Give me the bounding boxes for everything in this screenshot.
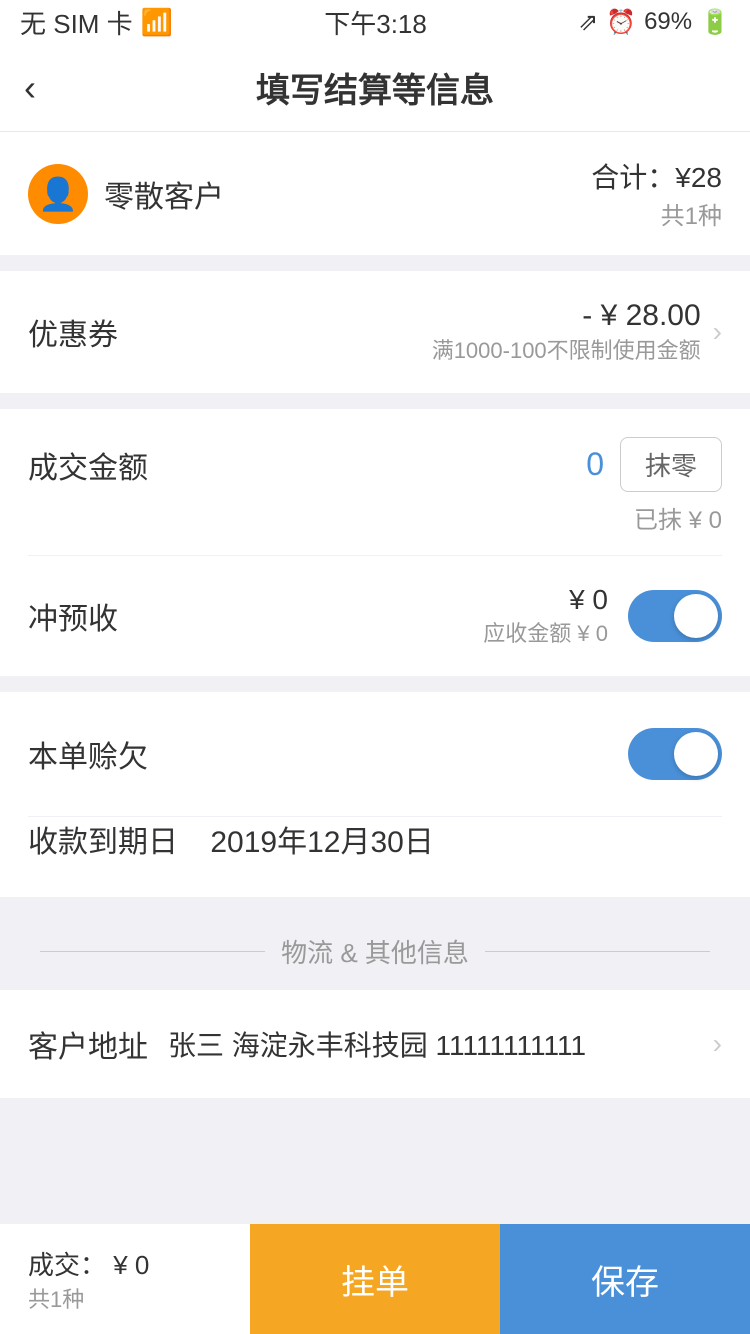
duedate-label: 收款到期日 (28, 826, 178, 859)
nav-bar: ‹ 填写结算等信息 (0, 44, 750, 132)
bottom-count: 共1种 (28, 1282, 250, 1314)
save-button[interactable]: 保存 (500, 1224, 750, 1334)
customer-right: 合计：¥28 共1种 (591, 156, 722, 231)
amount-section: 成交金额 0 抹零 已抹 ¥ 0 (0, 409, 750, 555)
credit-card: 本单赊欠 收款到期日 2019年12月30日 (0, 692, 750, 897)
precollect-receivable: 应收金额 ¥ 0 (483, 616, 608, 648)
chevron-right-icon: › (713, 316, 722, 348)
already-rounded: 已抹 ¥ 0 (28, 492, 722, 555)
credit-label: 本单赊欠 (28, 732, 148, 776)
avatar: 👤 (28, 164, 88, 224)
content: 👤 零散客户 合计：¥28 共1种 优惠券 - ¥ 28.00 满1000-10… (0, 132, 750, 1234)
status-time: 下午3:18 (324, 4, 427, 41)
address-row[interactable]: 客户地址 张三 海淀永丰科技园 11111111111 › (0, 990, 750, 1098)
duedate-value[interactable]: 2019年12月30日 (210, 826, 433, 859)
alarm-icon: ⏰ (606, 8, 636, 37)
precollect-right: ¥ 0 应收金额 ¥ 0 (483, 584, 722, 648)
credit-toggle[interactable] (628, 728, 722, 780)
address-card[interactable]: 客户地址 张三 海淀永丰科技园 11111111111 › (0, 990, 750, 1098)
coupon-desc: 满1000-100不限制使用金额 (432, 333, 701, 365)
address-chevron-icon: › (713, 1028, 722, 1060)
coupon-label: 优惠券 (28, 310, 118, 354)
total-amount: 合计：¥28 (591, 156, 722, 196)
customer-card: 👤 零散客户 合计：¥28 共1种 (0, 132, 750, 255)
coupon-info: - ¥ 28.00 满1000-100不限制使用金额 (432, 299, 701, 365)
transaction-value[interactable]: 0 (586, 446, 604, 483)
customer-row: 👤 零散客户 合计：¥28 共1种 (0, 132, 750, 255)
toggle-knob (674, 594, 718, 638)
precollect-info: ¥ 0 应收金额 ¥ 0 (483, 584, 608, 648)
address-value: 张三 海淀永丰科技园 11111111111 (168, 1024, 713, 1064)
coupon-right: - ¥ 28.00 满1000-100不限制使用金额 › (432, 299, 722, 365)
status-bar: 无 SIM 卡 📶 下午3:18 ⇗ ⏰ 69% 🔋 (0, 0, 750, 44)
transaction-card: 成交金额 0 抹零 已抹 ¥ 0 冲预收 ¥ 0 应收金额 ¥ 0 (0, 409, 750, 676)
hang-button[interactable]: 挂单 (250, 1224, 500, 1334)
credit-row: 本单赊欠 (0, 692, 750, 816)
logistics-section: 物流 & 其他信息 (0, 913, 750, 990)
divider-line-right (485, 951, 710, 952)
battery-text: 69% (644, 8, 692, 36)
customer-left: 👤 零散客户 (28, 164, 224, 224)
round-button[interactable]: 抹零 (620, 437, 722, 492)
amount-right: 0 抹零 (586, 437, 722, 492)
precollect-row: 冲预收 ¥ 0 应收金额 ¥ 0 (0, 556, 750, 676)
divider-line-left (40, 951, 265, 952)
total-count: 共1种 (591, 196, 722, 231)
logistics-label: 物流 & 其他信息 (281, 933, 469, 970)
status-right: ⇗ ⏰ 69% 🔋 (578, 8, 730, 37)
precollect-label: 冲预收 (28, 594, 118, 638)
wifi-icon: 📶 (141, 7, 173, 38)
page-title: 填写结算等信息 (256, 63, 494, 112)
precollect-amount: ¥ 0 (483, 584, 608, 616)
avatar-icon: 👤 (38, 175, 78, 213)
amount-row: 成交金额 0 抹零 (28, 437, 722, 492)
address-label: 客户地址 (28, 1022, 148, 1066)
status-left: 无 SIM 卡 📶 (20, 4, 173, 41)
bottom-transaction-label: 成交： ¥ 0 (28, 1245, 250, 1282)
credit-toggle-knob (674, 732, 718, 776)
bottom-info: 成交： ¥ 0 共1种 (0, 1224, 250, 1334)
coupon-card[interactable]: 优惠券 - ¥ 28.00 满1000-100不限制使用金额 › (0, 271, 750, 393)
signal-text: 无 SIM 卡 (20, 4, 133, 41)
logistics-divider: 物流 & 其他信息 (0, 933, 750, 970)
coupon-row[interactable]: 优惠券 - ¥ 28.00 满1000-100不限制使用金额 › (0, 271, 750, 393)
precollect-toggle[interactable] (628, 590, 722, 642)
battery-icon: 🔋 (700, 8, 730, 37)
coupon-discount: - ¥ 28.00 (432, 299, 701, 333)
customer-name: 零散客户 (104, 172, 224, 216)
duedate-row: 收款到期日 2019年12月30日 (0, 817, 750, 897)
back-button[interactable]: ‹ (24, 67, 36, 109)
bottom-bar: 成交： ¥ 0 共1种 挂单 保存 (0, 1224, 750, 1334)
location-icon: ⇗ (578, 8, 598, 37)
transaction-label: 成交金额 (28, 443, 148, 487)
